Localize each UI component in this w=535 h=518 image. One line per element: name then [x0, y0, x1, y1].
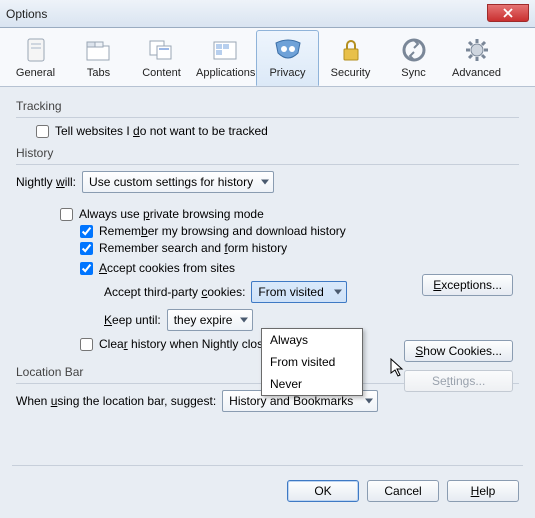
chevron-down-icon [261, 180, 269, 185]
heading-tracking: Tracking [16, 99, 519, 113]
dropdown-option-always[interactable]: Always [262, 329, 362, 351]
mouse-cursor-icon [390, 358, 404, 378]
chevron-down-icon [240, 318, 248, 323]
nightly-will-label: Nightly will: [16, 175, 76, 189]
tab-tabs[interactable]: Tabs [67, 30, 130, 86]
group-tracking: Tracking Tell websites I do not want to … [16, 99, 519, 138]
third-party-dropdown: Always From visited Never [261, 328, 363, 396]
tabs-icon [85, 38, 113, 62]
privacy-mask-icon [273, 37, 303, 63]
advanced-gear-icon [464, 37, 490, 63]
keep-until-combo[interactable]: they expire [167, 309, 254, 331]
dropdown-option-from-visited[interactable]: From visited [262, 351, 362, 373]
security-lock-icon [340, 37, 362, 63]
group-history: History Nightly will: Use custom setting… [16, 146, 519, 351]
chevron-down-icon [365, 399, 373, 404]
category-toolbar: General Tabs Content Applications Privac… [0, 28, 535, 87]
exceptions-button[interactable]: Exceptions... [422, 274, 513, 296]
applications-icon [211, 38, 239, 62]
show-cookies-button[interactable]: Show Cookies... [404, 340, 513, 362]
content-icon [148, 38, 176, 62]
tab-security[interactable]: Security [319, 30, 382, 86]
sync-icon [401, 37, 427, 63]
clear-on-close-checkbox[interactable] [80, 338, 93, 351]
keep-until-label: Keep until: [104, 313, 161, 327]
remember-search-checkbox[interactable] [80, 242, 93, 255]
private-browsing-checkbox[interactable] [60, 208, 73, 221]
chevron-down-icon [334, 290, 342, 295]
tab-general[interactable]: General [4, 30, 67, 86]
accept-cookies-checkbox-label[interactable]: Accept cookies from sites [80, 261, 235, 275]
private-browsing-checkbox-label[interactable]: Always use private browsing mode [60, 207, 264, 221]
tab-advanced[interactable]: Advanced [445, 30, 508, 86]
tab-applications[interactable]: Applications [193, 30, 256, 86]
tab-content[interactable]: Content [130, 30, 193, 86]
dropdown-option-never[interactable]: Never [262, 373, 362, 395]
footer-buttons: OK Cancel Help [287, 480, 519, 502]
remember-browsing-checkbox-label[interactable]: Remember my browsing and download histor… [80, 224, 346, 238]
general-icon [25, 37, 47, 63]
ok-button[interactable]: OK [287, 480, 359, 502]
third-party-combo[interactable]: From visited [251, 281, 347, 303]
cancel-button[interactable]: Cancel [367, 480, 439, 502]
tab-privacy[interactable]: Privacy [256, 30, 319, 86]
third-party-label: Accept third-party cookies: [104, 285, 245, 299]
locationbar-suggest-label: When using the location bar, suggest: [16, 394, 216, 408]
history-mode-combo[interactable]: Use custom settings for history [82, 171, 274, 193]
footer-separator [12, 465, 523, 466]
dnt-checkbox[interactable] [36, 125, 49, 138]
remember-search-checkbox-label[interactable]: Remember search and form history [80, 241, 287, 255]
dnt-checkbox-label[interactable]: Tell websites I do not want to be tracke… [36, 124, 268, 138]
remember-browsing-checkbox[interactable] [80, 225, 93, 238]
tab-sync[interactable]: Sync [382, 30, 445, 86]
close-icon [503, 8, 513, 18]
titlebar: Options [0, 0, 535, 28]
settings-button: Settings... [404, 370, 513, 392]
window-title: Options [6, 7, 47, 21]
heading-history: History [16, 146, 519, 160]
clear-on-close-checkbox-label[interactable]: Clear history when Nightly closes [80, 337, 276, 351]
accept-cookies-checkbox[interactable] [80, 262, 93, 275]
help-button[interactable]: Help [447, 480, 519, 502]
close-button[interactable] [487, 4, 529, 22]
